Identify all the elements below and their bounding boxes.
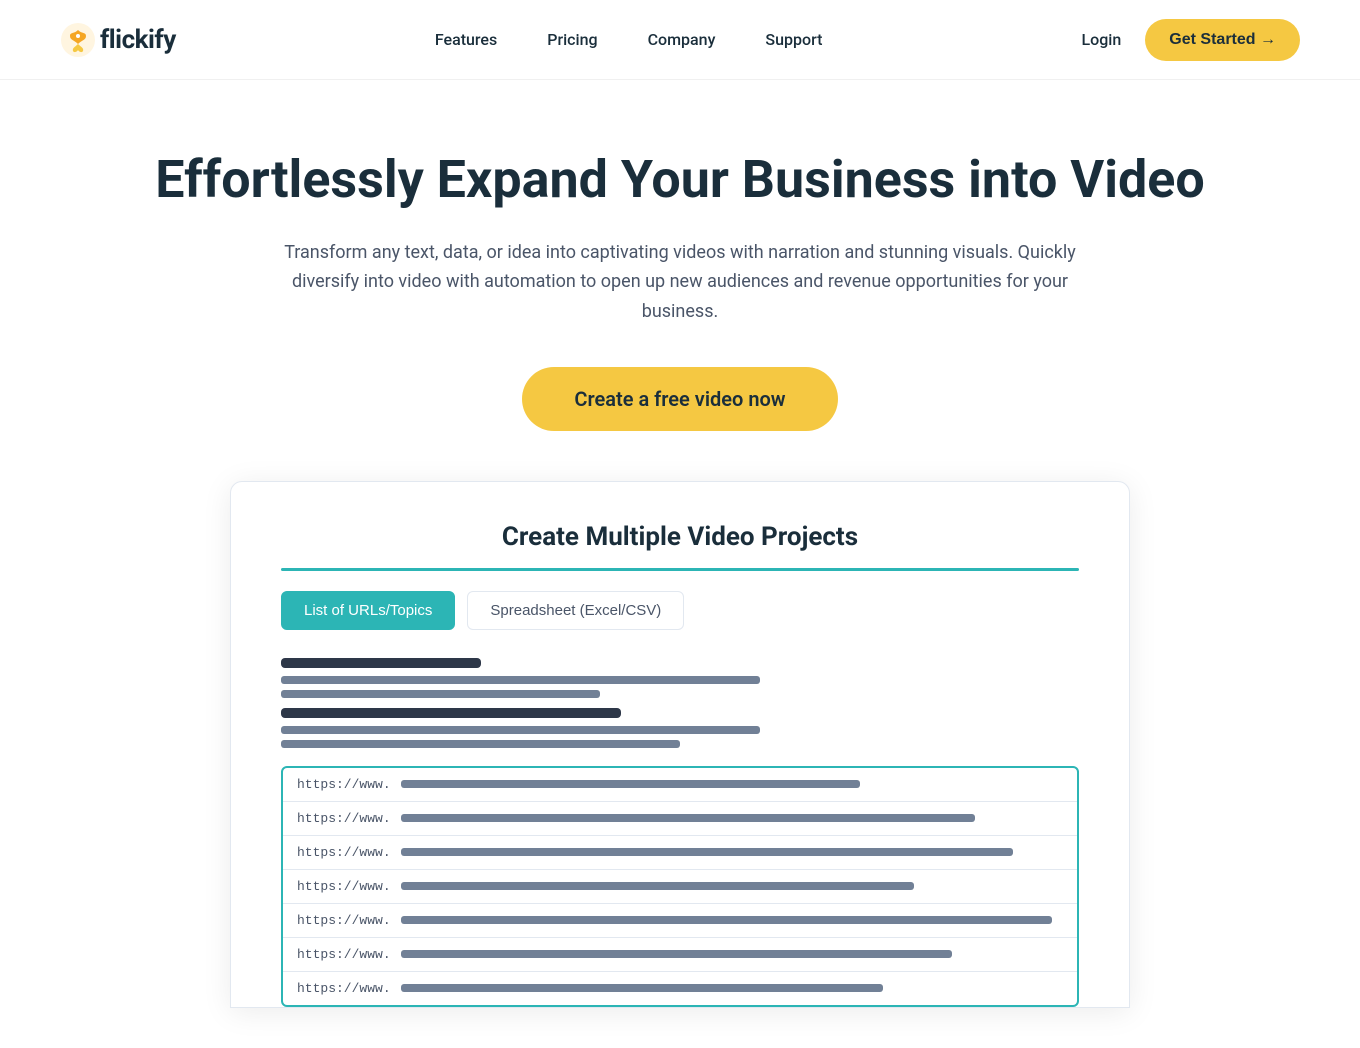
text-content-block [281,658,1079,748]
url-row-3: https://www. [283,836,1077,870]
navbar: flickify Features Pricing Company Suppor… [0,0,1360,80]
nav-menu: Features Pricing Company Support [435,30,823,49]
hero-title: Effortlessly Expand Your Business into V… [60,150,1300,210]
logo-text: flickify [100,25,176,55]
nav-right: Login Get Started → [1082,19,1300,61]
url-prefix-6: https://www. [297,947,391,962]
nav-pricing[interactable]: Pricing [547,30,597,49]
text-line-gray-3 [281,726,760,734]
text-line-1 [281,658,481,668]
demo-container: Create Multiple Video Projects List of U… [230,481,1130,1008]
hero-subtitle: Transform any text, data, or idea into c… [270,238,1090,327]
tab-urls-topics[interactable]: List of URLs/Topics [281,591,455,630]
url-row-4: https://www. [283,870,1077,904]
url-prefix-7: https://www. [297,981,391,996]
nav-features[interactable]: Features [435,30,497,49]
url-row-1: https://www. [283,768,1077,802]
nav-company[interactable]: Company [648,30,716,49]
url-prefix-5: https://www. [297,913,391,928]
url-row-6: https://www. [283,938,1077,972]
url-prefix-2: https://www. [297,811,391,826]
url-row-7: https://www. [283,972,1077,1005]
get-started-button[interactable]: Get Started → [1145,19,1300,61]
url-bar-4 [401,882,914,890]
url-prefix-3: https://www. [297,845,391,860]
text-line-2 [281,708,621,718]
hero-section: Effortlessly Expand Your Business into V… [0,80,1360,1048]
url-prefix-1: https://www. [297,777,391,792]
text-line-gray-2 [281,690,600,698]
demo-tabs: List of URLs/Topics Spreadsheet (Excel/C… [281,591,1079,630]
cta-button[interactable]: Create a free video now [522,367,837,431]
url-prefix-4: https://www. [297,879,391,894]
url-bar-2 [401,814,976,822]
url-bar-1 [401,780,861,788]
text-line-gray-4 [281,740,680,748]
url-bar-7 [401,984,884,992]
login-link[interactable]: Login [1082,30,1122,49]
nav-support[interactable]: Support [765,30,822,49]
demo-title: Create Multiple Video Projects [281,522,1079,552]
url-bar-5 [401,916,1052,924]
text-line-gray-1 [281,676,760,684]
tab-spreadsheet[interactable]: Spreadsheet (Excel/CSV) [467,591,684,630]
url-bar-3 [401,848,1014,856]
demo-divider [281,568,1079,571]
url-table: https://www. https://www. https://www. h… [281,766,1079,1007]
flickify-logo-icon [60,22,96,58]
url-row-5: https://www. [283,904,1077,938]
url-row-2: https://www. [283,802,1077,836]
logo-link[interactable]: flickify [60,22,176,58]
url-bar-6 [401,950,953,958]
